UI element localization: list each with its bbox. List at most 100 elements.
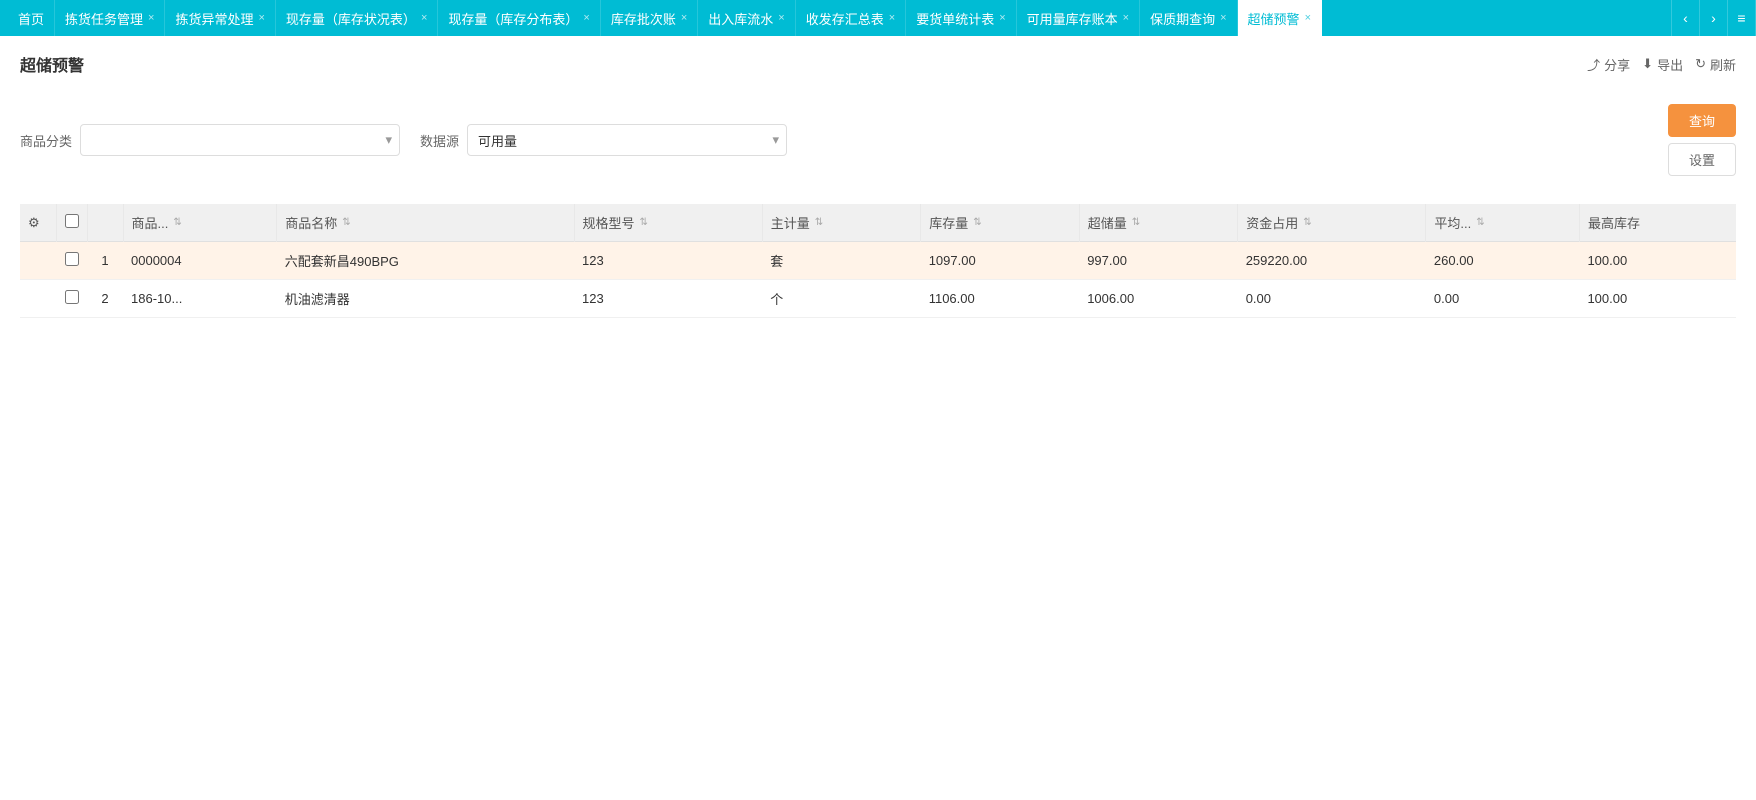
- row-capital-occ: 0.00: [1238, 280, 1426, 318]
- export-button[interactable]: ⬇ 导出: [1642, 55, 1683, 74]
- row-stock-qty: 1097.00: [921, 242, 1080, 280]
- col-unit: 主计量 ⇅: [762, 204, 921, 242]
- page-content: 超储预警 ⤴ 分享 ⬇ 导出 ↻ 刷新 商品分类 ▾ 数据源: [0, 36, 1756, 800]
- category-select-wrapper: ▾: [80, 124, 400, 156]
- row-avg: 260.00: [1426, 242, 1580, 280]
- sort-icon[interactable]: ⇅: [173, 217, 181, 228]
- filter-area: 商品分类 ▾ 数据源 可用量 ▾ 查询 设置: [20, 92, 1736, 188]
- nav-exception[interactable]: 拣货异常处理 ×: [165, 0, 275, 36]
- row-overstock-qty: 1006.00: [1079, 280, 1238, 318]
- row-gear: [20, 280, 56, 318]
- category-select[interactable]: [80, 124, 400, 156]
- nav-collect[interactable]: 收发存汇总表 ×: [796, 0, 906, 36]
- row-spec: 123: [574, 280, 762, 318]
- category-label: 商品分类: [20, 131, 72, 150]
- share-button[interactable]: ⤴ 分享: [1587, 55, 1630, 74]
- sort-icon[interactable]: ⇅: [973, 217, 981, 228]
- nav-order-stat[interactable]: 要货单统计表 ×: [906, 0, 1016, 36]
- row-gear: [20, 242, 56, 280]
- nav-overstock[interactable]: 超储预警 ×: [1238, 0, 1322, 36]
- close-icon[interactable]: ×: [258, 12, 264, 24]
- refresh-icon: ↻: [1695, 56, 1706, 72]
- col-avg: 平均... ⇅: [1426, 204, 1580, 242]
- table-row: 2 186-10... 机油滤清器 123 个 1106.00 1006.00 …: [20, 280, 1736, 318]
- nav-right-arrow[interactable]: ›: [1700, 0, 1728, 36]
- col-spec: 规格型号 ⇅: [574, 204, 762, 242]
- close-icon[interactable]: ×: [1220, 12, 1226, 24]
- nav-flow[interactable]: 出入库流水 ×: [698, 0, 795, 36]
- row-unit: 个: [762, 280, 921, 318]
- close-icon[interactable]: ×: [421, 12, 427, 24]
- nav-home[interactable]: 首页: [8, 0, 55, 36]
- col-index: [87, 204, 123, 242]
- share-icon: ⤴: [1587, 55, 1600, 74]
- datasource-filter: 数据源 可用量 ▾: [420, 124, 787, 156]
- row-index: 1: [87, 242, 123, 280]
- table-row: 1 0000004 六配套新昌490BPG 123 套 1097.00 997.…: [20, 242, 1736, 280]
- datasource-select-wrapper: 可用量 ▾: [467, 124, 787, 156]
- close-icon[interactable]: ×: [681, 12, 687, 24]
- row-product-name: 机油滤清器: [277, 280, 574, 318]
- close-icon[interactable]: ×: [1305, 12, 1311, 24]
- gear-icon[interactable]: ⚙: [28, 215, 40, 230]
- row-checkbox-cell: [56, 242, 87, 280]
- page-title: 超储预警: [20, 52, 84, 76]
- close-icon[interactable]: ×: [999, 12, 1005, 24]
- row-avg: 0.00: [1426, 280, 1580, 318]
- sort-icon[interactable]: ⇅: [342, 217, 350, 228]
- row-product-code: 186-10...: [123, 280, 277, 318]
- sort-icon[interactable]: ⇅: [1303, 217, 1311, 228]
- col-checkbox: [56, 204, 87, 242]
- nav-menu-icon[interactable]: ≡: [1728, 0, 1756, 36]
- col-gear: ⚙: [20, 204, 56, 242]
- col-product-name: 商品名称 ⇅: [277, 204, 574, 242]
- datasource-label: 数据源: [420, 131, 459, 150]
- row-spec: 123: [574, 242, 762, 280]
- sort-icon[interactable]: ⇅: [815, 217, 823, 228]
- sort-icon[interactable]: ⇅: [1132, 217, 1140, 228]
- query-button[interactable]: 查询: [1668, 104, 1736, 137]
- row-checkbox[interactable]: [65, 290, 79, 304]
- close-icon[interactable]: ×: [778, 12, 784, 24]
- page-header: 超储预警 ⤴ 分享 ⬇ 导出 ↻ 刷新: [20, 52, 1736, 76]
- page-actions: ⤴ 分享 ⬇ 导出 ↻ 刷新: [1587, 55, 1736, 74]
- close-icon[interactable]: ×: [889, 12, 895, 24]
- row-checkbox[interactable]: [65, 252, 79, 266]
- table-header-row: ⚙ 商品... ⇅ 商品名称 ⇅: [20, 204, 1736, 242]
- row-max-stock: 100.00: [1579, 280, 1736, 318]
- nav-quality[interactable]: 保质期查询 ×: [1140, 0, 1237, 36]
- row-index: 2: [87, 280, 123, 318]
- data-table: ⚙ 商品... ⇅ 商品名称 ⇅: [20, 204, 1736, 318]
- row-checkbox-cell: [56, 280, 87, 318]
- close-icon[interactable]: ×: [1123, 12, 1129, 24]
- nav-left-arrow[interactable]: ‹: [1672, 0, 1700, 36]
- filter-buttons: 查询 设置: [1668, 104, 1736, 176]
- col-stock-qty: 库存量 ⇅: [921, 204, 1080, 242]
- nav-task-mgmt[interactable]: 拣货任务管理 ×: [55, 0, 165, 36]
- top-nav: 首页 拣货任务管理 × 拣货异常处理 × 现存量（库存状况表） × 现存量（库存…: [0, 0, 1756, 36]
- nav-batch[interactable]: 库存批次账 ×: [601, 0, 698, 36]
- datasource-select[interactable]: 可用量: [467, 124, 787, 156]
- row-stock-qty: 1106.00: [921, 280, 1080, 318]
- row-overstock-qty: 997.00: [1079, 242, 1238, 280]
- sort-icon[interactable]: ⇅: [640, 217, 648, 228]
- col-capital-occ: 资金占用 ⇅: [1238, 204, 1426, 242]
- refresh-button[interactable]: ↻ 刷新: [1695, 55, 1736, 74]
- settings-button[interactable]: 设置: [1668, 143, 1736, 176]
- select-all-checkbox[interactable]: [65, 214, 79, 228]
- sort-icon[interactable]: ⇅: [1476, 217, 1484, 228]
- nav-stock-dist[interactable]: 现存量（库存分布表） ×: [438, 0, 600, 36]
- row-unit: 套: [762, 242, 921, 280]
- export-icon: ⬇: [1642, 56, 1653, 72]
- category-filter: 商品分类 ▾: [20, 124, 400, 156]
- nav-arrows: ‹ › ≡: [1671, 0, 1756, 36]
- col-overstock-qty: 超储量 ⇅: [1079, 204, 1238, 242]
- close-icon[interactable]: ×: [583, 12, 589, 24]
- row-max-stock: 100.00: [1579, 242, 1736, 280]
- close-icon[interactable]: ×: [148, 12, 154, 24]
- col-max-stock: 最高库存: [1579, 204, 1736, 242]
- nav-stock-status[interactable]: 现存量（库存状况表） ×: [276, 0, 438, 36]
- col-product-code: 商品... ⇅: [123, 204, 277, 242]
- row-product-name: 六配套新昌490BPG: [277, 242, 574, 280]
- nav-available[interactable]: 可用量库存账本 ×: [1017, 0, 1140, 36]
